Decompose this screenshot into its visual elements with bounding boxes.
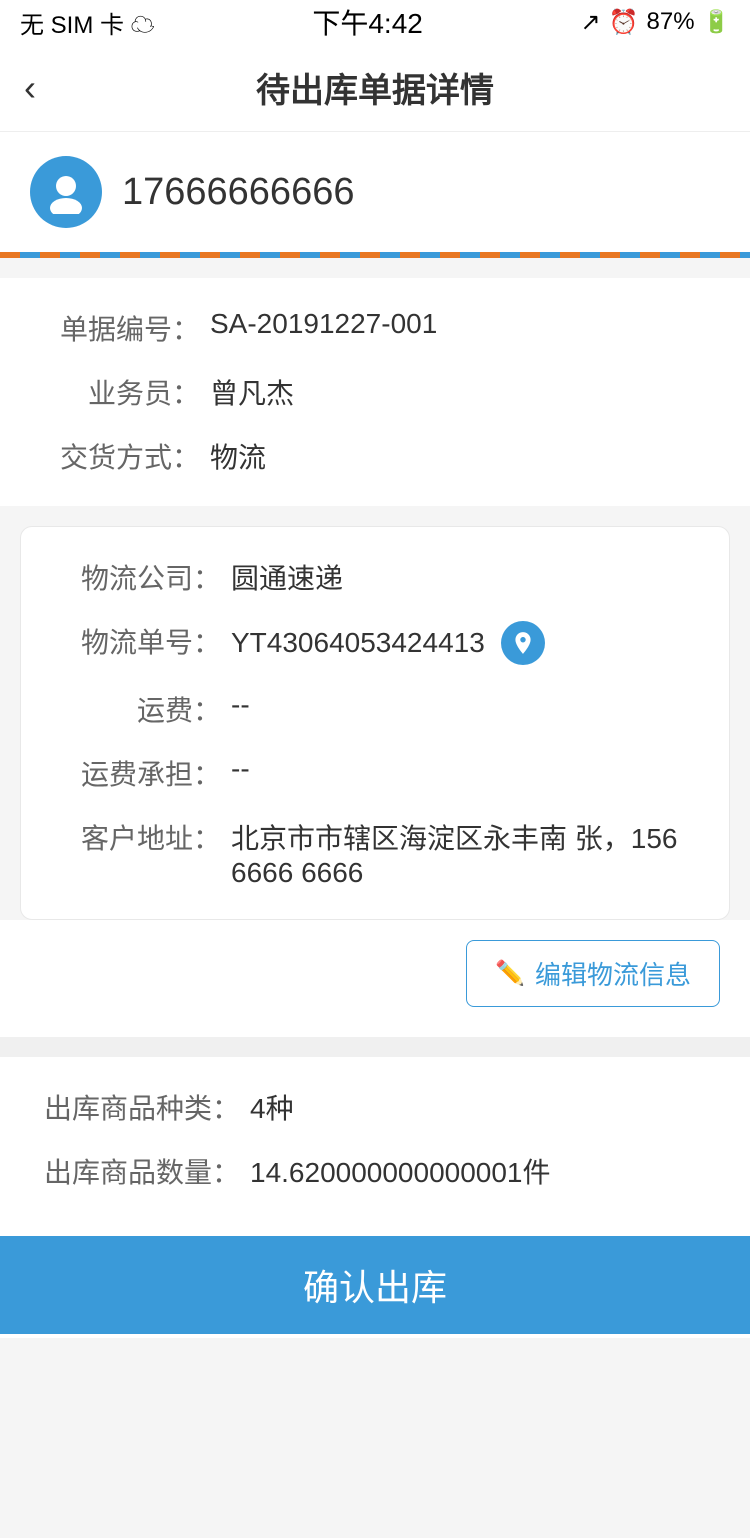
address-label: 客户地址： bbox=[61, 817, 221, 857]
status-left: 无 SIM 卡 ☁ bbox=[20, 5, 155, 40]
edit-logistics-label: 编辑物流信息 bbox=[535, 955, 691, 992]
address-row: 客户地址： 北京市市辖区海淀区永丰南 张，156 6666 6666 bbox=[61, 817, 689, 889]
order-info-section: 单据编号： SA-20191227-001 业务员： 曾凡杰 交货方式： 物流 bbox=[0, 278, 750, 506]
salesman-value: 曾凡杰 bbox=[210, 372, 710, 412]
goods-section: 出库商品种类： 4种 出库商品数量： 14.620000000000001件 bbox=[0, 1057, 750, 1221]
status-bar: 无 SIM 卡 ☁ 下午4:42 ↗ ⏰ 87% 🔋 bbox=[0, 0, 750, 44]
freight-bearer-value: -- bbox=[231, 753, 689, 785]
order-number-label: 单据编号： bbox=[40, 308, 200, 348]
delivery-method-row: 交货方式： 物流 bbox=[40, 436, 710, 476]
logistics-tracking-row: 物流单号： YT43064053424413 bbox=[61, 621, 689, 665]
bottom-spacer bbox=[0, 1338, 750, 1538]
location-icon-status: ↗ bbox=[581, 8, 601, 37]
delivery-method-value: 物流 bbox=[210, 436, 710, 476]
dashed-divider bbox=[0, 252, 750, 258]
order-number-row: 单据编号： SA-20191227-001 bbox=[40, 308, 710, 348]
confirm-button-label: 确认出库 bbox=[303, 1259, 447, 1311]
gray-separator bbox=[0, 1037, 750, 1057]
edit-icon: ✏️ bbox=[495, 959, 525, 988]
customer-header: 17666666666 bbox=[0, 132, 750, 252]
delivery-method-label: 交货方式： bbox=[40, 436, 200, 476]
order-number-value: SA-20191227-001 bbox=[210, 308, 710, 340]
logistics-card: 物流公司： 圆通速递 物流单号： YT43064053424413 运费： --… bbox=[20, 526, 730, 920]
map-location-icon[interactable] bbox=[501, 621, 545, 665]
freight-row: 运费： -- bbox=[61, 689, 689, 729]
back-button[interactable]: ‹ bbox=[24, 67, 36, 109]
sim-status: 无 SIM 卡 ☁ bbox=[20, 5, 155, 40]
salesman-row: 业务员： 曾凡杰 bbox=[40, 372, 710, 412]
avatar bbox=[30, 156, 102, 228]
freight-bearer-label: 运费承担： bbox=[61, 753, 221, 793]
alarm-icon: ⏰ bbox=[609, 8, 639, 37]
edit-button-row: ✏️ 编辑物流信息 bbox=[0, 920, 750, 1037]
goods-types-value: 4种 bbox=[250, 1087, 294, 1127]
customer-phone: 17666666666 bbox=[122, 171, 354, 214]
freight-value: -- bbox=[231, 689, 689, 721]
confirm-button-bar[interactable]: 确认出库 bbox=[0, 1236, 750, 1334]
goods-quantity-value: 14.620000000000001件 bbox=[250, 1151, 551, 1191]
nav-bar: ‹ 待出库单据详情 bbox=[0, 44, 750, 132]
logistics-company-label: 物流公司： bbox=[61, 557, 221, 597]
address-value: 北京市市辖区海淀区永丰南 张，156 6666 6666 bbox=[231, 817, 689, 889]
edit-logistics-button[interactable]: ✏️ 编辑物流信息 bbox=[466, 940, 720, 1007]
logistics-tracking-number: YT43064053424413 bbox=[231, 627, 485, 659]
logistics-tracking-label: 物流单号： bbox=[61, 621, 221, 661]
freight-bearer-row: 运费承担： -- bbox=[61, 753, 689, 793]
battery-level: 87% bbox=[647, 8, 695, 36]
goods-types-row: 出库商品种类： 4种 bbox=[40, 1087, 710, 1127]
battery-icon: 🔋 bbox=[703, 9, 730, 35]
logistics-company-row: 物流公司： 圆通速递 bbox=[61, 557, 689, 597]
page-title: 待出库单据详情 bbox=[256, 63, 494, 112]
goods-quantity-row: 出库商品数量： 14.620000000000001件 bbox=[40, 1151, 710, 1191]
goods-types-label: 出库商品种类： bbox=[40, 1087, 240, 1127]
logistics-tracking-value-row: YT43064053424413 bbox=[231, 621, 689, 665]
status-right: ↗ ⏰ 87% 🔋 bbox=[581, 8, 730, 37]
status-time: 下午4:42 bbox=[312, 2, 423, 42]
goods-quantity-label: 出库商品数量： bbox=[40, 1151, 240, 1191]
salesman-label: 业务员： bbox=[40, 372, 200, 412]
freight-label: 运费： bbox=[61, 689, 221, 729]
logistics-company-value: 圆通速递 bbox=[231, 557, 689, 597]
